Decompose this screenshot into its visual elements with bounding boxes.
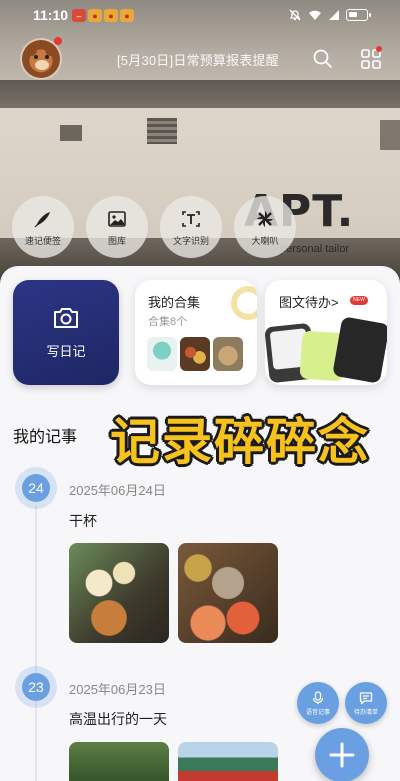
camera-icon bbox=[54, 308, 78, 328]
collections-title: 我的合集 bbox=[148, 295, 201, 310]
my-notes-title: 我的记事 bbox=[13, 429, 78, 446]
wifi-icon bbox=[309, 10, 321, 20]
quick-tools-row: 速记便签 图库 文字识别 大喇叭 bbox=[12, 196, 296, 258]
entry-photo-food[interactable] bbox=[178, 543, 278, 643]
write-diary-card[interactable]: 写日记 bbox=[13, 280, 119, 385]
image-icon bbox=[108, 211, 126, 227]
collection-thumbnails bbox=[147, 337, 243, 371]
status-time: 11:10 bbox=[33, 7, 69, 23]
building-roof bbox=[0, 80, 400, 108]
chat-list-icon bbox=[359, 691, 373, 704]
new-badge: NEW bbox=[350, 296, 368, 305]
pinwheel-icon bbox=[257, 211, 273, 227]
battery-icon bbox=[346, 9, 371, 21]
avatar-notification-dot bbox=[54, 37, 62, 45]
bear-eye bbox=[34, 55, 38, 59]
todo-list-label: 待办清单 bbox=[353, 709, 378, 716]
notification-app-icon: – bbox=[72, 9, 86, 22]
entry-photo-building[interactable] bbox=[178, 742, 278, 781]
loudspeaker-button[interactable]: 大喇叭 bbox=[234, 196, 296, 258]
plus-icon bbox=[329, 742, 355, 768]
collection-thumb-lightbulb bbox=[147, 337, 177, 371]
timeline-day-number: 23 bbox=[22, 673, 50, 701]
timeline-day-number: 24 bbox=[22, 474, 50, 502]
voice-note-label: 语音记事 bbox=[305, 709, 330, 716]
write-diary-label: 写日记 bbox=[46, 344, 86, 359]
quick-tool-label: 大喇叭 bbox=[251, 236, 279, 246]
timeline-day-marker: 24 bbox=[15, 467, 57, 509]
gallery-button[interactable]: 图库 bbox=[86, 196, 148, 258]
overlay-banner-text: 记录碎碎念 bbox=[110, 413, 370, 471]
todo-list-button[interactable]: 待办清单 bbox=[345, 682, 387, 724]
add-note-button[interactable] bbox=[315, 728, 369, 781]
quick-note-button[interactable]: 速记便签 bbox=[12, 196, 74, 258]
building-window bbox=[60, 125, 82, 141]
timeline-line bbox=[35, 505, 37, 781]
entry-text[interactable]: 高温出行的一天 bbox=[69, 709, 167, 729]
notification-app-icon: ● bbox=[120, 9, 134, 22]
building-window bbox=[380, 120, 400, 150]
entry-date: 2025年06月23日 bbox=[69, 682, 166, 697]
entry-photo-trees[interactable] bbox=[69, 742, 169, 781]
search-icon[interactable] bbox=[312, 48, 334, 70]
bear-eye bbox=[45, 55, 49, 59]
apps-notification-dot bbox=[376, 46, 382, 52]
quill-icon bbox=[34, 212, 50, 228]
text-recognition-button[interactable]: 文字识别 bbox=[160, 196, 222, 258]
notification-app-icon: ● bbox=[88, 9, 102, 22]
mute-bell-icon bbox=[289, 9, 301, 21]
collection-thumb-food bbox=[180, 337, 210, 371]
image-todo-card[interactable]: 图文待办> NEW bbox=[265, 280, 387, 385]
todo-preview-phone bbox=[332, 316, 387, 384]
collection-decoration bbox=[231, 286, 257, 320]
signal-icon bbox=[329, 10, 339, 20]
microphone-icon bbox=[312, 690, 324, 704]
entry-photo-cheers[interactable] bbox=[69, 543, 169, 643]
bear-snout bbox=[35, 60, 49, 70]
collections-count: 合集8个 bbox=[148, 316, 188, 328]
image-todo-title: 图文待办> bbox=[279, 295, 339, 310]
my-collections-card[interactable]: 我的合集 合集8个 bbox=[135, 280, 257, 385]
status-bar: 11:10 – ● ● ● bbox=[0, 0, 400, 34]
quick-tool-label: 文字识别 bbox=[172, 236, 209, 246]
notification-icons: – ● ● ● bbox=[72, 9, 134, 22]
reminder-marquee[interactable]: [5月30日]日常预算报表提醒 bbox=[117, 50, 279, 69]
quick-tool-label: 图库 bbox=[107, 236, 126, 246]
collection-thumb-cat bbox=[213, 337, 243, 371]
notification-app-icon: ● bbox=[104, 9, 118, 22]
text-scan-icon bbox=[182, 211, 200, 227]
voice-note-button[interactable]: 语音记事 bbox=[297, 682, 339, 724]
building-vent bbox=[147, 118, 177, 144]
timeline-day-marker: 23 bbox=[15, 666, 57, 708]
entry-text[interactable]: 干杯 bbox=[69, 511, 97, 531]
quick-tool-label: 速记便签 bbox=[24, 236, 61, 246]
entry-date: 2025年06月24日 bbox=[69, 483, 166, 498]
status-indicators bbox=[288, 8, 371, 22]
